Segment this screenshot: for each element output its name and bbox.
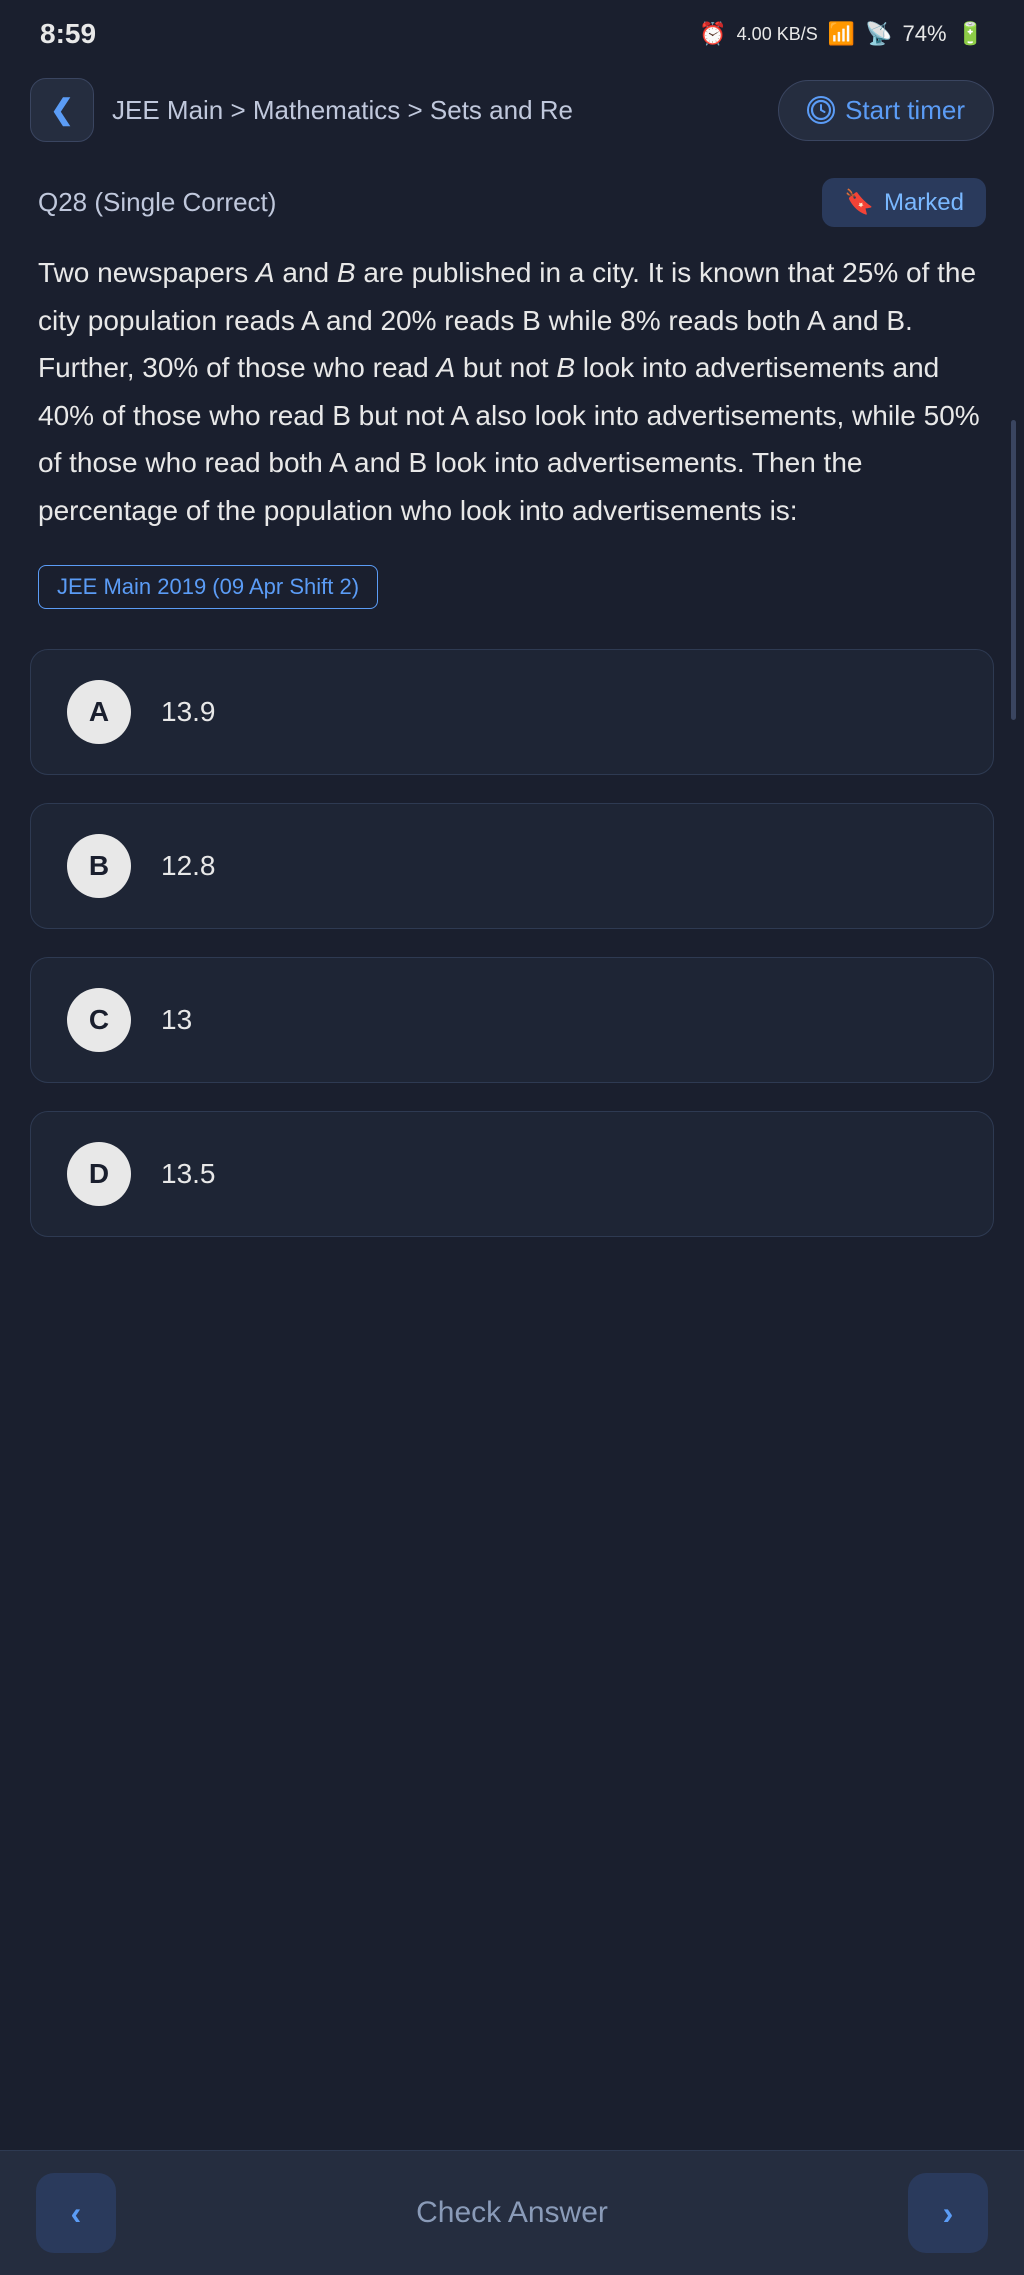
options-area: A 13.9 B 12.8 C 13 D 13.5 — [0, 649, 1024, 1357]
option-a-value: 13.9 — [161, 696, 216, 728]
back-arrow-icon: ❮ — [50, 96, 73, 124]
option-c-label: C — [67, 988, 131, 1052]
bookmark-icon: 🔖 — [844, 188, 874, 217]
battery-text: 74% — [903, 21, 947, 47]
option-a-card[interactable]: A 13.9 — [30, 649, 994, 775]
signal-icon: 📡 — [865, 21, 892, 47]
battery-icon: 🔋 — [957, 21, 984, 47]
next-arrow-icon: › — [943, 2195, 954, 2232]
question-area: Q28 (Single Correct) 🔖 Marked Two newspa… — [0, 158, 1024, 649]
option-d-label: D — [67, 1142, 131, 1206]
nav-left: ❮ JEE Main > Mathematics > Sets and Re — [30, 78, 573, 142]
bottom-nav: ‹ Check Answer › — [0, 2150, 1024, 2275]
option-b-card[interactable]: B 12.8 — [30, 803, 994, 929]
option-c-card[interactable]: C 13 — [30, 957, 994, 1083]
question-number: Q28 (Single Correct) — [38, 187, 276, 218]
breadcrumb: JEE Main > Mathematics > Sets and Re — [112, 95, 573, 126]
status-bar: 8:59 ⏰ 4.00 KB/S 📶 📡 74% 🔋 — [0, 0, 1024, 62]
question-tag: JEE Main 2019 (09 Apr Shift 2) — [38, 565, 378, 609]
prev-question-button[interactable]: ‹ — [36, 2173, 116, 2253]
clock-icon: ⏰ — [699, 21, 726, 47]
wifi-icon: 📶 — [828, 21, 855, 47]
status-icons: ⏰ 4.00 KB/S 📶 📡 74% 🔋 — [699, 21, 984, 47]
option-b-value: 12.8 — [161, 850, 216, 882]
check-answer-button[interactable]: Check Answer — [416, 2196, 608, 2230]
option-d-card[interactable]: D 13.5 — [30, 1111, 994, 1237]
option-a-label: A — [67, 680, 131, 744]
option-b-label: B — [67, 834, 131, 898]
start-timer-button[interactable]: Start timer — [778, 80, 994, 141]
option-c-value: 13 — [161, 1004, 192, 1036]
prev-arrow-icon: ‹ — [71, 2195, 82, 2232]
marked-badge: 🔖 Marked — [822, 178, 986, 227]
next-question-button[interactable]: › — [908, 2173, 988, 2253]
check-answer-label: Check Answer — [416, 2196, 608, 2229]
start-timer-label: Start timer — [845, 95, 965, 126]
data-speed: 4.00 KB/S — [737, 24, 818, 45]
timer-svg — [810, 99, 832, 121]
back-button[interactable]: ❮ — [30, 78, 94, 142]
timer-icon — [807, 96, 835, 124]
scrollbar-indicator — [1011, 420, 1016, 720]
nav-bar: ❮ JEE Main > Mathematics > Sets and Re S… — [0, 62, 1024, 158]
question-text: Two newspapers A and B are published in … — [38, 249, 986, 535]
question-meta: Q28 (Single Correct) 🔖 Marked — [38, 178, 986, 227]
status-time: 8:59 — [40, 18, 96, 50]
marked-label: Marked — [884, 189, 964, 217]
option-d-value: 13.5 — [161, 1158, 216, 1190]
